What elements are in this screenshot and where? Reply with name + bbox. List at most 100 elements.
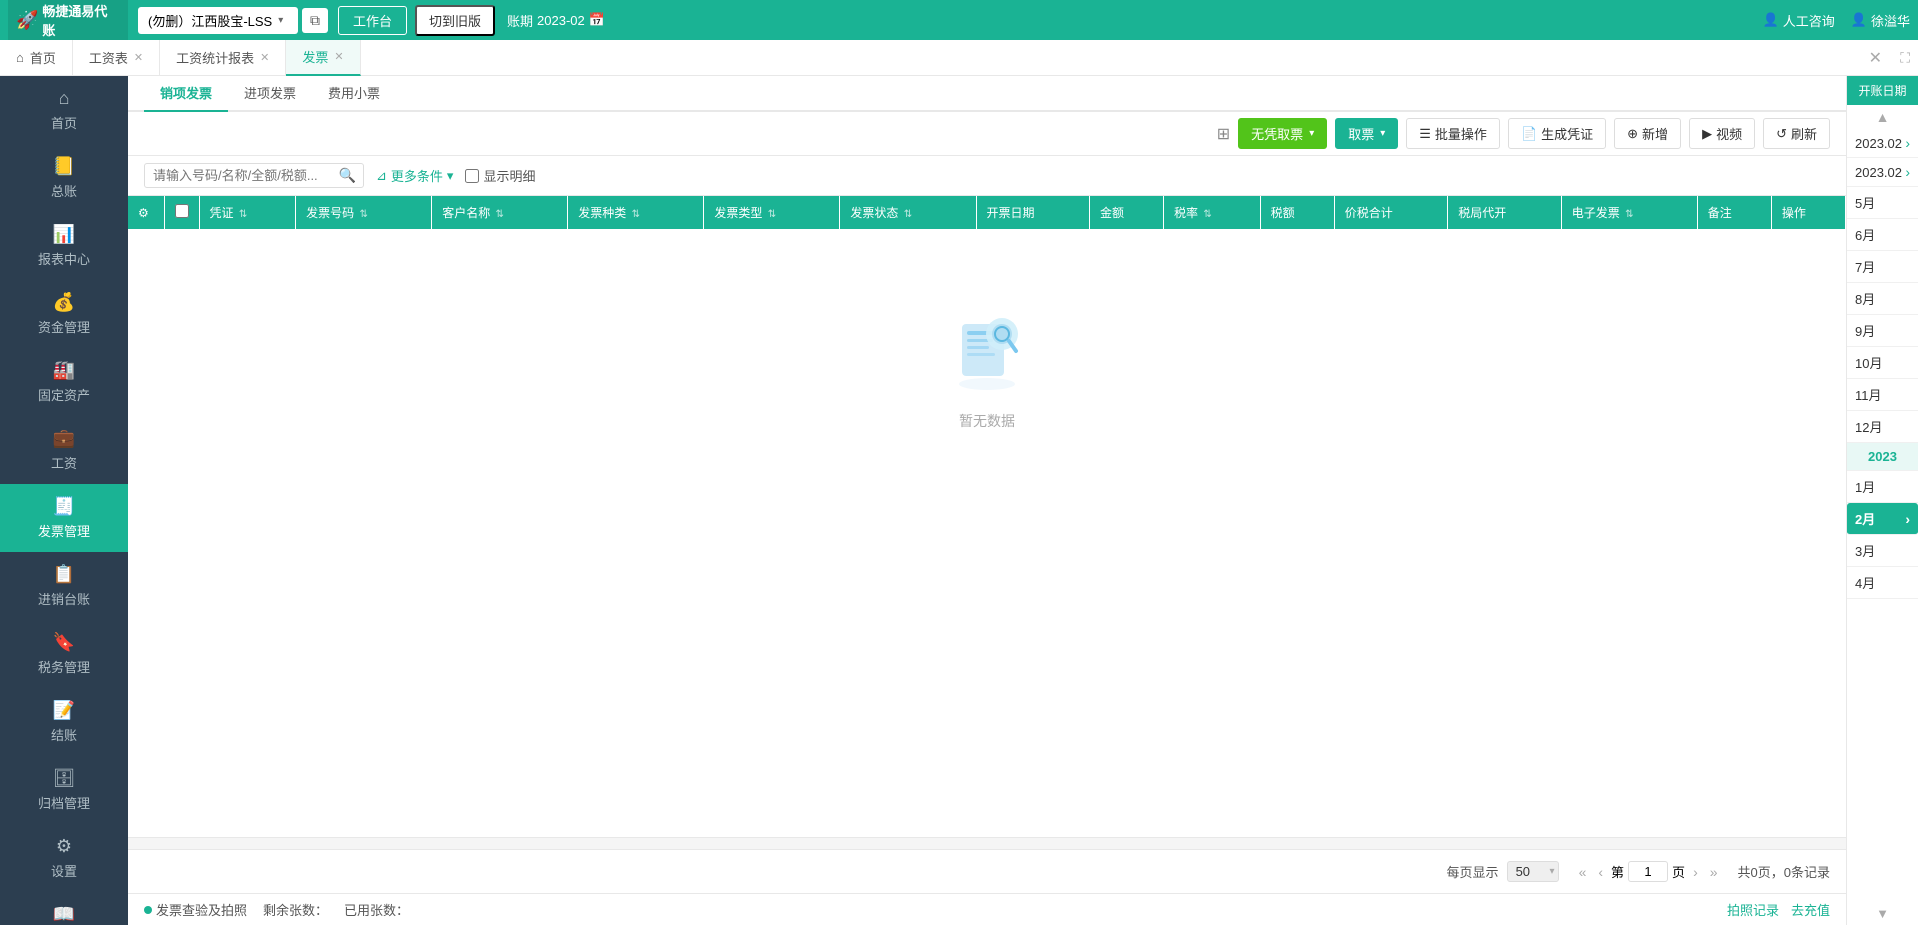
- app-logo: 🚀 畅捷通易代账: [8, 0, 128, 43]
- expand-tabs-icon[interactable]: ⛶: [1900, 49, 1910, 66]
- new-button[interactable]: ⊕ 新增: [1614, 118, 1681, 149]
- company-selector[interactable]: (勿删）江西股宝-LSS ▾: [138, 7, 298, 34]
- period-item-9[interactable]: 9月: [1847, 315, 1918, 347]
- recharge-link[interactable]: 去充值: [1791, 900, 1830, 919]
- sidebar-item-invoice-mgmt[interactable]: 🧾 发票管理: [0, 484, 128, 552]
- select-all-checkbox[interactable]: [175, 204, 189, 218]
- show-detail-checkbox[interactable]: [465, 169, 479, 183]
- page-size-label: 每页显示: [1447, 862, 1499, 881]
- sidebar-item-report[interactable]: 📊 报表中心: [0, 212, 128, 280]
- sort-icon-invoice-status[interactable]: ⇅: [904, 209, 912, 220]
- period-item-10[interactable]: 10月: [1847, 347, 1918, 379]
- no-voucher-button[interactable]: 无凭取票 ▾: [1238, 118, 1327, 149]
- user-menu[interactable]: 👤 徐溢华: [1851, 11, 1910, 30]
- period-11-label: 11月: [1855, 385, 1882, 404]
- calendar-icon[interactable]: 📅: [589, 12, 605, 28]
- last-page-button[interactable]: »: [1706, 864, 1722, 880]
- period-item-2023-1[interactable]: 1月: [1847, 471, 1918, 503]
- search-input[interactable]: [144, 163, 364, 188]
- period-item-5[interactable]: 5月: [1847, 187, 1918, 219]
- next-page-button[interactable]: ›: [1689, 864, 1702, 880]
- sidebar-item-sales[interactable]: 📋 进销台账: [0, 552, 128, 620]
- sidebar-item-settlement[interactable]: 📝 结账: [0, 688, 128, 756]
- sidebar-item-archive[interactable]: 🗄 归档管理: [0, 756, 128, 824]
- empty-text: 暂无数据: [959, 411, 1015, 431]
- period-scroll-up-button[interactable]: ▲: [1847, 105, 1918, 129]
- show-detail-toggle[interactable]: 显示明细: [465, 166, 535, 185]
- gen-voucher-button[interactable]: 📄 生成凭证: [1508, 118, 1606, 149]
- period-item-top2[interactable]: 2023.02 ›: [1847, 158, 1918, 187]
- period-item-8[interactable]: 8月: [1847, 283, 1918, 315]
- tab-salary-close-icon[interactable]: ✕: [134, 51, 143, 64]
- inner-tab-sales[interactable]: 销项发票: [144, 76, 228, 112]
- get-ticket-button[interactable]: 取票 ▾: [1335, 118, 1398, 149]
- support-button[interactable]: 👤 人工咨询: [1763, 11, 1835, 30]
- close-all-tabs-icon[interactable]: ✕: [1869, 48, 1882, 68]
- workbench-button[interactable]: 工作台: [338, 6, 407, 35]
- period-scroll-down-button[interactable]: ▼: [1847, 901, 1918, 925]
- photo-record-link[interactable]: 拍照记录: [1727, 900, 1779, 919]
- tab-salary-stat[interactable]: 工资统计报表 ✕: [160, 40, 286, 76]
- refresh-button[interactable]: ↺ 刷新: [1763, 118, 1830, 149]
- page-number-input[interactable]: [1628, 861, 1668, 882]
- used-info: 已用张数：: [344, 900, 409, 919]
- sidebar-item-funds[interactable]: 💰 资金管理: [0, 280, 128, 348]
- period-item-7[interactable]: 7月: [1847, 251, 1918, 283]
- prev-page-button[interactable]: ‹: [1594, 864, 1607, 880]
- sort-icon-voucher[interactable]: ⇅: [239, 209, 247, 220]
- page-size-selector-wrap: 50 10 20 100 ▾: [1507, 861, 1559, 882]
- period-item-12[interactable]: 12月: [1847, 411, 1918, 443]
- inner-tab-expense[interactable]: 费用小票: [312, 76, 396, 112]
- column-settings-icon[interactable]: ⊞: [1217, 124, 1230, 144]
- sidebar-item-ledger[interactable]: 📒 总账: [0, 144, 128, 212]
- sort-icon-invoice-type[interactable]: ⇅: [632, 209, 640, 220]
- tab-invoice[interactable]: 发票 ✕: [286, 40, 360, 76]
- user-name: 徐溢华: [1871, 11, 1910, 30]
- switch-version-button[interactable]: 切到旧版: [415, 5, 495, 36]
- sort-icon-invoice-no[interactable]: ⇅: [359, 209, 367, 220]
- period-item-2023-4[interactable]: 4月: [1847, 567, 1918, 599]
- copy-button[interactable]: ⧉: [302, 8, 328, 33]
- report-icon: 📊: [53, 224, 75, 245]
- table-horizontal-scrollbar[interactable]: [128, 837, 1846, 849]
- sort-icon-tax-rate[interactable]: ⇅: [1203, 209, 1211, 220]
- col-checkbox[interactable]: [164, 196, 199, 229]
- video-button[interactable]: ▶ 视频: [1689, 118, 1755, 149]
- first-page-button[interactable]: «: [1575, 864, 1591, 880]
- assets-icon: 🏭: [53, 360, 75, 381]
- sidebar-item-guide[interactable]: 📖 新手引导: [0, 892, 128, 925]
- period-item-11[interactable]: 11月: [1847, 379, 1918, 411]
- sidebar-item-home-label: 首页: [51, 113, 77, 132]
- col-setting[interactable]: ⚙: [128, 196, 164, 229]
- period-2023-3-label: 3月: [1855, 541, 1875, 560]
- period-9-label: 9月: [1855, 321, 1875, 340]
- sort-icon-electronic[interactable]: ⇅: [1625, 209, 1633, 220]
- period-item-top1[interactable]: 2023.02 ›: [1847, 129, 1918, 158]
- sidebar-item-tax[interactable]: 🔖 税务管理: [0, 620, 128, 688]
- tab-bar: ⌂ 首页 工资表 ✕ 工资统计报表 ✕ 发票 ✕ ✕ ⛶: [0, 40, 1918, 76]
- batch-ops-button[interactable]: ☰ 批量操作: [1406, 118, 1500, 149]
- filter-bar: 🔍 ⊿ 更多条件 ▾ 显示明细: [128, 156, 1846, 196]
- tab-salary-stat-close-icon[interactable]: ✕: [260, 51, 269, 64]
- invoice-icon: 🧾: [53, 496, 75, 517]
- page-size-select[interactable]: 50 10 20 100: [1507, 861, 1559, 882]
- inner-tab-purchase[interactable]: 进项发票: [228, 76, 312, 112]
- video-icon: ▶: [1702, 126, 1712, 142]
- sidebar-item-assets[interactable]: 🏭 固定资产: [0, 348, 128, 416]
- sort-icon-invoice-category[interactable]: ⇅: [768, 209, 776, 220]
- sidebar-item-home[interactable]: ⌂ 首页: [0, 76, 128, 144]
- sort-icon-customer[interactable]: ⇅: [496, 209, 504, 220]
- period-year-label: 2023: [1868, 449, 1897, 464]
- period-item-6[interactable]: 6月: [1847, 219, 1918, 251]
- period-item-2023-3[interactable]: 3月: [1847, 535, 1918, 567]
- period-7-label: 7月: [1855, 257, 1875, 276]
- more-conditions-button[interactable]: ⊿ 更多条件 ▾: [376, 166, 453, 185]
- period-top2-label: 2023.02: [1855, 165, 1902, 180]
- sidebar-item-salary[interactable]: 💼 工资: [0, 416, 128, 484]
- period-item-2023-2[interactable]: 2月 ›: [1847, 503, 1918, 535]
- open-period-header[interactable]: 开账日期: [1847, 76, 1918, 105]
- sidebar-item-settings[interactable]: ⚙ 设置: [0, 824, 128, 892]
- tab-salary[interactable]: 工资表 ✕: [73, 40, 160, 76]
- tab-invoice-close-icon[interactable]: ✕: [334, 50, 343, 63]
- tab-home[interactable]: ⌂ 首页: [0, 40, 73, 76]
